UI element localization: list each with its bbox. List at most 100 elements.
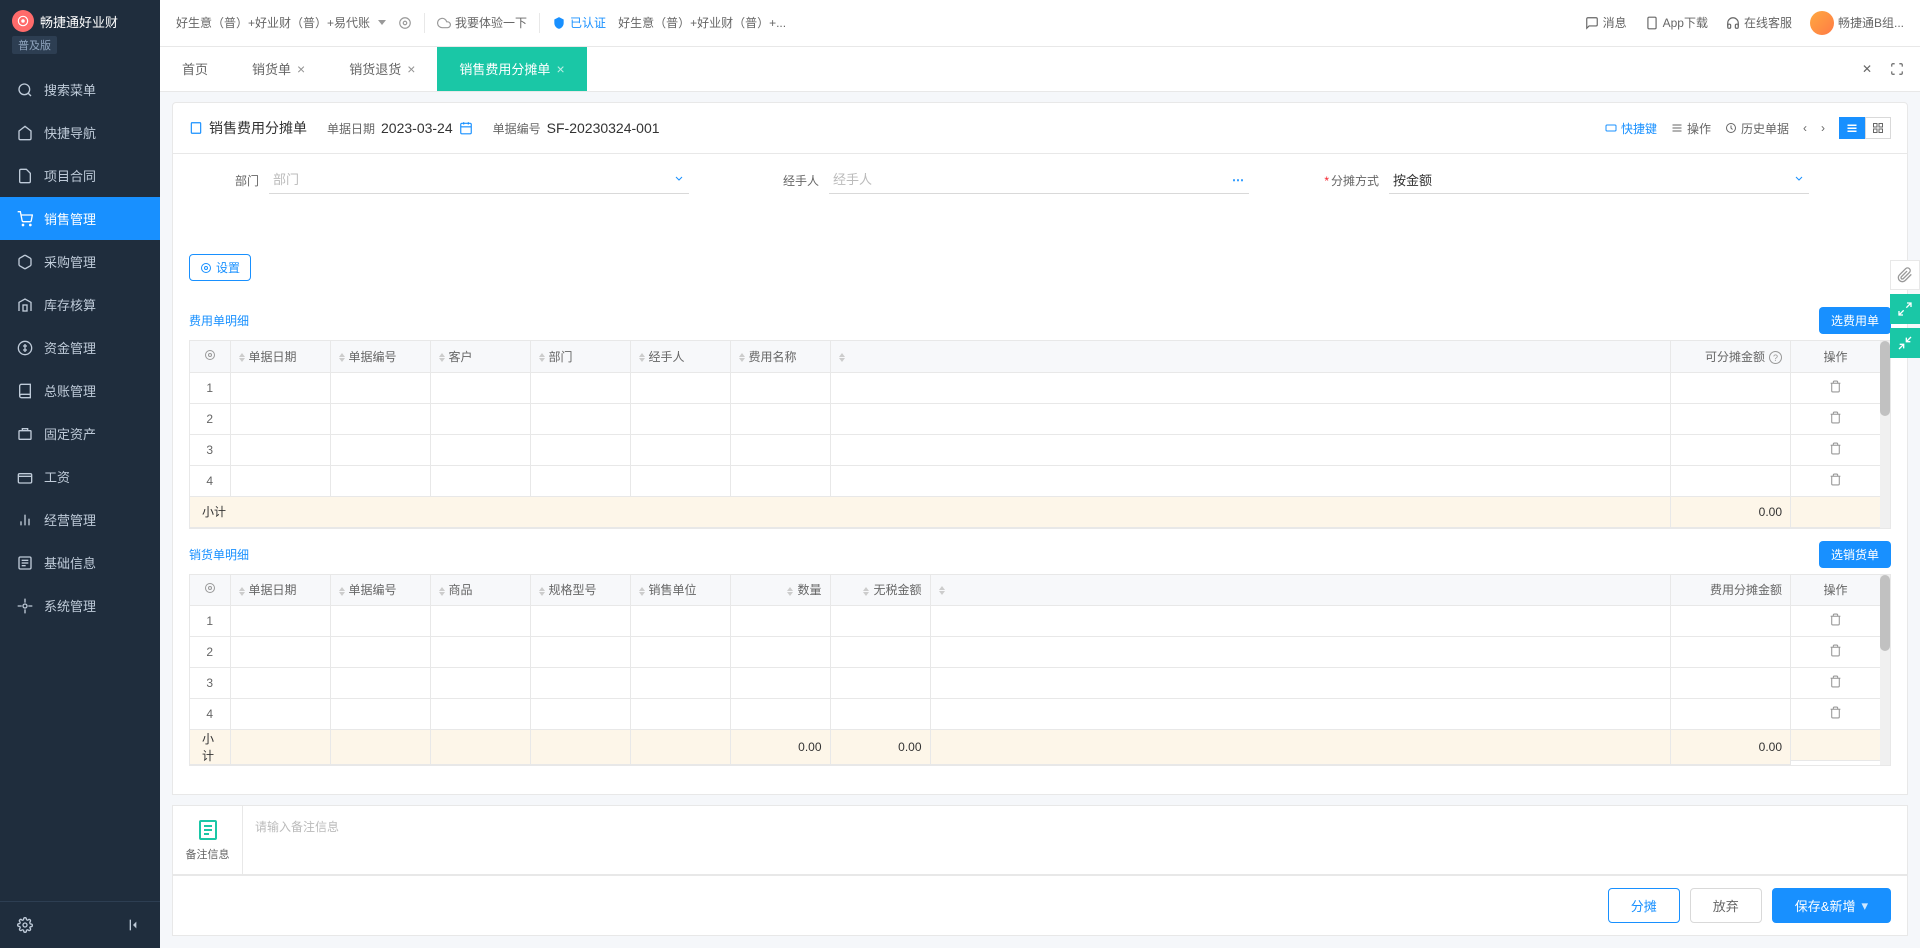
sidebar-item-2[interactable]: 项目合同 (0, 154, 160, 197)
sidebar-item-12[interactable]: 系统管理 (0, 584, 160, 627)
column-header[interactable]: 费用名称 (730, 341, 830, 372)
config-button[interactable]: 设置 (189, 254, 251, 281)
verified-badge[interactable]: 已认证 (552, 14, 606, 31)
close-all-tabs-icon[interactable]: ✕ (1852, 54, 1882, 84)
save-new-button[interactable]: 保存&新增 ▾ (1772, 888, 1891, 923)
try-button[interactable]: 我要体验一下 (437, 14, 527, 31)
sidebar-item-11[interactable]: 基础信息 (0, 541, 160, 584)
chevron-down-icon[interactable] (1793, 173, 1805, 188)
column-header[interactable]: 经手人 (630, 341, 730, 372)
sort-icon[interactable] (339, 587, 345, 596)
delete-icon[interactable] (1799, 473, 1872, 489)
sort-icon[interactable] (939, 586, 945, 595)
shortcut-button[interactable]: 快捷键 (1605, 120, 1657, 137)
support-link[interactable]: 在线客服 (1726, 14, 1792, 31)
doc-date-value[interactable]: 2023-03-24 (381, 120, 453, 136)
column-header[interactable]: 单据日期 (230, 341, 330, 372)
table-row[interactable]: 3 (190, 668, 1790, 699)
column-header[interactable]: 单据编号 (330, 575, 430, 606)
column-header[interactable]: 销售单位 (630, 575, 730, 606)
view-list-button[interactable] (1839, 117, 1865, 139)
sidebar-item-3[interactable]: 销售管理 (0, 197, 160, 240)
table-row[interactable]: 3 (190, 434, 1790, 465)
gear-header[interactable] (190, 575, 230, 606)
attachment-icon[interactable] (1890, 260, 1920, 290)
sort-icon[interactable] (439, 353, 445, 362)
app-download-link[interactable]: App下载 (1645, 14, 1708, 31)
gear-icon[interactable] (398, 16, 412, 30)
delete-icon[interactable] (1799, 613, 1872, 629)
product-selector[interactable]: 好生意（普）+好业财（普）+易代账 (176, 14, 386, 31)
more-icon[interactable]: ⋯ (1232, 173, 1245, 187)
delete-icon[interactable] (1799, 644, 1872, 660)
sort-icon[interactable] (339, 353, 345, 362)
sort-icon[interactable] (639, 587, 645, 596)
sort-icon[interactable] (863, 587, 869, 596)
sidebar-item-9[interactable]: 工资 (0, 455, 160, 498)
sort-icon[interactable] (239, 587, 245, 596)
sidebar-item-4[interactable]: 采购管理 (0, 240, 160, 283)
column-header-amount[interactable]: 可分摊金额? (1670, 341, 1790, 372)
scrollbar[interactable] (1880, 341, 1890, 528)
sidebar-item-0[interactable]: 搜索菜单 (0, 68, 160, 111)
method-input[interactable] (1389, 166, 1809, 194)
delete-icon[interactable] (1799, 706, 1872, 722)
collapse-icon[interactable] (126, 916, 144, 934)
select-expense-button[interactable]: 选费用单 (1819, 307, 1891, 334)
column-header[interactable]: 单据编号 (330, 341, 430, 372)
column-header[interactable]: 客户 (430, 341, 530, 372)
delete-icon[interactable] (1799, 675, 1872, 691)
tab-0[interactable]: 首页 (160, 47, 230, 91)
column-header-amount[interactable]: 费用分摊金额 (1670, 575, 1790, 606)
view-grid-button[interactable] (1865, 117, 1891, 139)
column-header[interactable]: 数量 (730, 575, 830, 606)
table-row[interactable]: 1 (190, 372, 1790, 403)
history-button[interactable]: 历史单据 (1725, 120, 1789, 137)
sort-icon[interactable] (239, 353, 245, 362)
column-header[interactable]: 单据日期 (230, 575, 330, 606)
discard-button[interactable]: 放弃 (1690, 888, 1762, 923)
sidebar-item-6[interactable]: 资金管理 (0, 326, 160, 369)
column-header[interactable]: 商品 (430, 575, 530, 606)
column-header[interactable]: 无税金额 (830, 575, 930, 606)
close-icon[interactable]: × (556, 61, 564, 77)
table-row[interactable]: 4 (190, 699, 1790, 730)
settings-icon[interactable] (16, 916, 34, 934)
sort-icon[interactable] (639, 353, 645, 362)
table-row[interactable]: 1 (190, 606, 1790, 637)
delete-icon[interactable] (1799, 442, 1872, 458)
user-menu[interactable]: 畅捷通B组... (1810, 11, 1904, 35)
table-row[interactable]: 2 (190, 403, 1790, 434)
chevron-down-icon[interactable] (673, 173, 685, 188)
messages-link[interactable]: 消息 (1585, 14, 1627, 31)
sort-icon[interactable] (839, 353, 845, 362)
product-line-2[interactable]: 好生意（普）+好业财（普）+... (618, 14, 786, 31)
delete-icon[interactable] (1799, 411, 1872, 427)
column-header[interactable]: 部门 (530, 341, 630, 372)
sort-icon[interactable] (439, 587, 445, 596)
close-icon[interactable]: × (297, 61, 305, 77)
sidebar-item-8[interactable]: 固定资产 (0, 412, 160, 455)
nav-next-icon[interactable]: › (1821, 121, 1825, 135)
fullscreen-icon[interactable] (1882, 54, 1912, 84)
scrollbar[interactable] (1880, 575, 1890, 766)
table-row[interactable]: 4 (190, 465, 1790, 496)
sidebar-item-10[interactable]: 经营管理 (0, 498, 160, 541)
operate-button[interactable]: 操作 (1671, 120, 1711, 137)
expand-icon[interactable] (1890, 294, 1920, 324)
handler-input[interactable] (829, 166, 1249, 194)
column-header[interactable]: 规格型号 (530, 575, 630, 606)
column-header[interactable] (930, 575, 1670, 606)
nav-prev-icon[interactable]: ‹ (1803, 121, 1807, 135)
sort-icon[interactable] (787, 587, 793, 596)
dept-input[interactable] (269, 166, 689, 194)
gear-header[interactable] (190, 341, 230, 372)
sidebar-item-5[interactable]: 库存核算 (0, 283, 160, 326)
remarks-input[interactable] (243, 806, 1907, 874)
tab-2[interactable]: 销货退货× (327, 47, 437, 91)
calendar-icon[interactable] (459, 121, 473, 135)
tab-3[interactable]: 销售费用分摊单× (437, 47, 586, 91)
sort-icon[interactable] (739, 353, 745, 362)
sort-icon[interactable] (539, 353, 545, 362)
tab-1[interactable]: 销货单× (230, 47, 327, 91)
